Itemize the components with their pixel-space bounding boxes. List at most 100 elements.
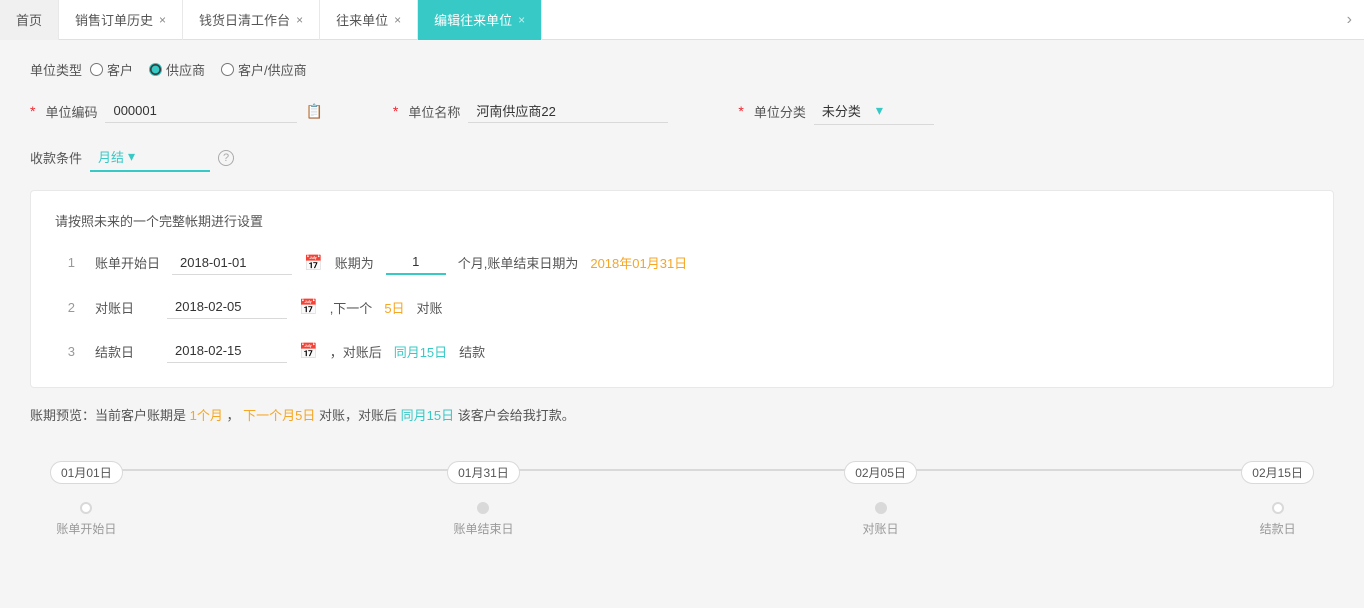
period-date-1[interactable] [172, 251, 292, 275]
unit-code-star: * [30, 103, 35, 119]
tab-cash-work-close[interactable]: × [296, 13, 303, 27]
period-date-3[interactable] [167, 339, 287, 363]
unit-category-select[interactable]: 未分类 ▾ [814, 97, 934, 125]
radio-supplier-input[interactable] [149, 63, 162, 76]
preview-comma1: ， [227, 408, 240, 423]
timeline-points: 01月01日 账单开始日 01月31日 账单结束日 02月05日 对账日 02月… [50, 461, 1314, 537]
tab-home-label: 首页 [16, 10, 42, 29]
timeline-badge-3: 02月05日 [844, 461, 917, 484]
unit-type-row: 单位类型 客户 供应商 客户/供应商 [30, 60, 1334, 79]
unit-info-row: * 单位编码 📋 * 单位名称 * 单位分类 未分类 ▾ [30, 97, 1334, 125]
period-row-2: 2 对账日 📅 ,下一个 5日 对账 [55, 295, 1309, 319]
form-section: 单位类型 客户 供应商 客户/供应商 [30, 60, 1334, 172]
period-label-3: 结款日 [95, 342, 155, 361]
unit-code-label: 单位编码 [45, 102, 97, 121]
timeline-sublabel-2: 账单结束日 [453, 520, 513, 537]
tab-sales-history-close[interactable]: × [159, 13, 166, 27]
period-row-1: 1 账单开始日 📅 账期为 个月,账单结束日期为 2018年01月31日 [55, 250, 1309, 275]
payment-highlight: 同月15日 [394, 342, 447, 361]
tab-overflow-arrow[interactable]: › [1335, 11, 1364, 29]
preview-text: 账期预览：当前客户账期是 1个月 ， 下一个月5日 对账，对账后 同月15日 该… [30, 404, 1334, 427]
calendar-icon-3[interactable]: 📅 [299, 342, 318, 360]
tab-sales-history-label: 销售订单历史 [75, 10, 153, 29]
payment-condition-select[interactable]: 月结 ▾ [90, 143, 210, 172]
unit-category-label: 单位分类 [754, 102, 806, 121]
period-label-2: 对账日 [95, 298, 155, 317]
period-end-date: 2018年01月31日 [590, 253, 687, 272]
calendar-icon-2[interactable]: 📅 [299, 298, 318, 316]
payment-row: 收款条件 月结 ▾ ? [30, 143, 1334, 172]
tab-edit-partner-close[interactable]: × [518, 13, 525, 27]
tab-edit-partner[interactable]: 编辑往来单位 × [418, 0, 542, 40]
preview-middle: 对账，对账后 [319, 408, 397, 423]
unit-name-label: 单位名称 [408, 102, 460, 121]
reconcile-highlight: 5日 [384, 298, 404, 317]
timeline-sublabel-3: 对账日 [863, 520, 899, 537]
radio-customer-input[interactable] [90, 63, 103, 76]
timeline-point-3: 02月05日 对账日 [844, 461, 917, 537]
tab-cash-work[interactable]: 钱货日清工作台 × [183, 0, 320, 40]
step-2: 2 [55, 300, 75, 315]
unit-type-radio-group: 客户 供应商 客户/供应商 [90, 60, 307, 79]
timeline-sublabel-4: 结款日 [1260, 520, 1296, 537]
period-box-title: 请按照未来的一个完整帐期进行设置 [55, 211, 1309, 230]
calendar-icon-1[interactable]: 📅 [304, 254, 323, 272]
unit-type-field: 单位类型 客户 供应商 客户/供应商 [30, 60, 307, 79]
main-content: 单位类型 客户 供应商 客户/供应商 [0, 40, 1364, 608]
period-unit-desc: 个月,账单结束日期为 [458, 253, 579, 272]
payment-desc-prefix: ，对账后 [330, 342, 382, 361]
step-1: 1 [55, 255, 75, 270]
radio-supplier[interactable]: 供应商 [149, 60, 205, 79]
period-label-1: 账单开始日 [95, 253, 160, 272]
timeline-point-4: 02月15日 结款日 [1241, 461, 1314, 537]
radio-customer-label: 客户 [107, 60, 133, 79]
preview-end: 该客户会给我打款。 [458, 408, 575, 423]
timeline: 01月01日 账单开始日 01月31日 账单结束日 02月05日 对账日 02月… [30, 451, 1334, 567]
unit-name-input[interactable] [468, 99, 668, 123]
timeline-badge-4: 02月15日 [1241, 461, 1314, 484]
timeline-badge-1: 01月01日 [50, 461, 123, 484]
tab-home[interactable]: 首页 [0, 0, 59, 40]
unit-category-value: 未分类 [822, 101, 872, 120]
unit-type-label: 单位类型 [30, 60, 82, 79]
tab-partner-close[interactable]: × [394, 13, 401, 27]
timeline-dot-1 [80, 502, 92, 514]
period-month-input[interactable] [386, 250, 446, 275]
radio-both[interactable]: 客户/供应商 [221, 60, 307, 79]
preview-part2: 下一个月5日 [243, 408, 315, 423]
period-row-3: 3 结款日 📅 ，对账后 同月15日 结款 [55, 339, 1309, 363]
tab-partner[interactable]: 往来单位 × [320, 0, 418, 40]
timeline-dot-3 [875, 502, 887, 514]
help-icon[interactable]: ? [218, 150, 234, 166]
unit-category-star: * [738, 103, 743, 119]
period-date-2[interactable] [167, 295, 287, 319]
radio-both-input[interactable] [221, 63, 234, 76]
unit-code-field: * 单位编码 📋 [30, 99, 323, 123]
reconcile-desc-suffix: 对账 [417, 298, 443, 317]
preview-part1: 1个月 [190, 408, 223, 423]
tab-partner-label: 往来单位 [336, 10, 388, 29]
radio-both-label: 客户/供应商 [238, 60, 307, 79]
payment-condition-label: 收款条件 [30, 148, 82, 167]
timeline-point-1: 01月01日 账单开始日 [50, 461, 123, 537]
unit-name-star: * [393, 103, 398, 119]
chevron-down-icon: ▾ [876, 102, 926, 119]
tab-sales-history[interactable]: 销售订单历史 × [59, 0, 183, 40]
copy-icon[interactable]: 📋 [305, 103, 322, 120]
timeline-badge-2: 01月31日 [447, 461, 520, 484]
preview-section: 账期预览：当前客户账期是 1个月 ， 下一个月5日 对账，对账后 同月15日 该… [30, 404, 1334, 567]
unit-code-input[interactable] [105, 99, 297, 123]
tab-edit-partner-label: 编辑往来单位 [434, 10, 512, 29]
reconcile-desc-prefix: ,下一个 [330, 298, 373, 317]
timeline-dot-2 [477, 502, 489, 514]
period-box: 请按照未来的一个完整帐期进行设置 1 账单开始日 📅 账期为 个月,账单结束日期… [30, 190, 1334, 388]
payment-chevron-down-icon: ▾ [128, 148, 135, 165]
preview-label: 账期预览：当前客户账期是 [30, 408, 186, 423]
timeline-sublabel-1: 账单开始日 [56, 520, 116, 537]
radio-customer[interactable]: 客户 [90, 60, 133, 79]
unit-name-field: * 单位名称 [393, 99, 668, 123]
payment-condition-value: 月结 [98, 147, 124, 166]
timeline-point-2: 01月31日 账单结束日 [447, 461, 520, 537]
step-3: 3 [55, 344, 75, 359]
tab-cash-work-label: 钱货日清工作台 [199, 10, 290, 29]
